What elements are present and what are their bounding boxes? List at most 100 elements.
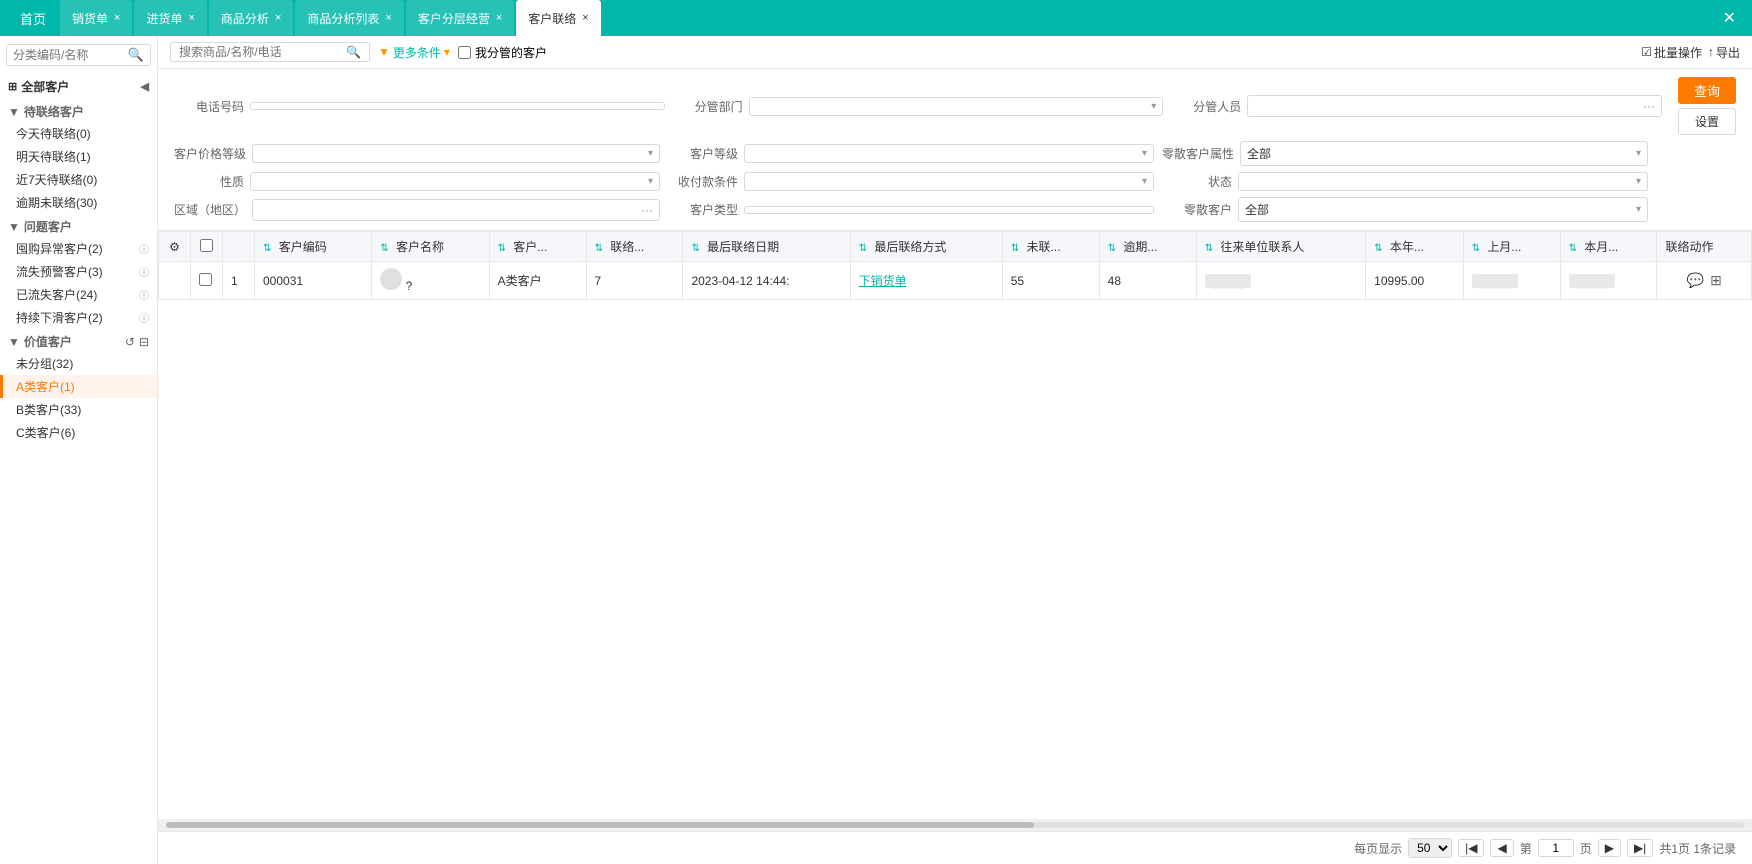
cell-last-contact-way[interactable]: 下销货单: [850, 262, 1002, 300]
refresh-icon[interactable]: ↺: [125, 335, 135, 349]
col-contact-count[interactable]: ⇅ 联络...: [586, 232, 683, 262]
col-last-month[interactable]: ⇅ 上月...: [1463, 232, 1560, 262]
cell-customer-type: A类客户: [489, 262, 586, 300]
sidebar-item-abnormal-purchase[interactable]: 囤购异常客户(2) ⓘ: [0, 237, 157, 260]
status-input[interactable]: ▾: [1238, 172, 1648, 191]
region-input[interactable]: ···: [252, 199, 660, 221]
close-icon[interactable]: ×: [582, 12, 588, 24]
cell-overdue: 48: [1099, 262, 1196, 300]
col-customer-type[interactable]: ⇅ 客户...: [489, 232, 586, 262]
col-gear[interactable]: ⚙: [159, 232, 191, 262]
customer-type-input[interactable]: [744, 206, 1154, 214]
next-page-button[interactable]: ▶: [1598, 839, 1621, 857]
close-icon[interactable]: ×: [188, 12, 194, 24]
col-last-contact-date[interactable]: ⇅ 最后联络日期: [683, 232, 850, 262]
tab-sales-order[interactable]: 销货单 ×: [60, 0, 132, 36]
sidebar-item-unclassified[interactable]: 未分组(32): [0, 352, 157, 375]
gear-icon[interactable]: ⚙: [169, 240, 180, 254]
value-group-label[interactable]: ▼ 价值客户: [8, 333, 72, 350]
tab-product-analysis[interactable]: 商品分析 ×: [209, 0, 293, 36]
page-label: 第: [1520, 840, 1532, 857]
scrollbar-track[interactable]: [166, 822, 1744, 828]
horizontal-scrollbar[interactable]: [158, 819, 1752, 831]
my-customers-checkbox[interactable]: 我分管的客户: [458, 44, 547, 61]
pagination-bar: 每页显示 50 |◀ ◀ 第 页 ▶ ▶| 共1页 1条记录: [158, 831, 1752, 864]
scrollbar-thumb[interactable]: [166, 822, 1034, 828]
level-input[interactable]: ▾: [744, 144, 1154, 163]
my-customers-check[interactable]: [458, 46, 471, 59]
person-input[interactable]: ···: [1247, 95, 1662, 117]
close-icon[interactable]: ×: [496, 12, 502, 24]
sidebar-search-box[interactable]: 🔍: [6, 44, 151, 66]
col-this-month[interactable]: ⇅ 本月...: [1560, 232, 1657, 262]
close-icon[interactable]: ×: [114, 12, 120, 24]
cell-check[interactable]: [191, 262, 223, 300]
sidebar-item-7days[interactable]: 近7天待联络(0): [0, 168, 157, 191]
sidebar-item-class-b[interactable]: B类客户(33): [0, 398, 157, 421]
tab-label: 客户联络: [528, 10, 576, 27]
pay-condition-input[interactable]: ▾: [744, 172, 1154, 191]
col-last-contact-way[interactable]: ⇅ 最后联络方式: [850, 232, 1002, 262]
sidebar-search-input[interactable]: [13, 48, 128, 62]
retail-customer-input[interactable]: 全部 ▾: [1238, 197, 1648, 222]
more-action-icon[interactable]: ⊞: [1710, 272, 1722, 289]
tab-product-analysis-list[interactable]: 商品分析列表 ×: [295, 0, 403, 36]
batch-op-button[interactable]: ☑ 批量操作: [1641, 44, 1702, 61]
query-button[interactable]: 查询: [1678, 77, 1736, 104]
phone-input[interactable]: [250, 102, 665, 110]
search-input[interactable]: [179, 45, 346, 59]
info-icon: ⓘ: [139, 310, 149, 325]
col-customer-name[interactable]: ⇅ 客户名称: [372, 232, 489, 262]
dept-input[interactable]: ▾: [749, 97, 1164, 116]
col-uncontacted[interactable]: ⇅ 未联...: [1002, 232, 1099, 262]
prev-page-button[interactable]: ◀: [1490, 839, 1513, 857]
sidebar-item-class-c[interactable]: C类客户(6): [0, 421, 157, 444]
tab-customer-segmentation[interactable]: 客户分层经营 ×: [406, 0, 514, 36]
window-close-icon[interactable]: ✕: [1715, 8, 1744, 28]
search-box[interactable]: 🔍: [170, 42, 370, 62]
chat-icon[interactable]: 💬: [1687, 272, 1704, 289]
select-all-checkbox[interactable]: [200, 239, 213, 252]
page-input[interactable]: [1538, 839, 1574, 857]
sidebar-item-tomorrow[interactable]: 明天待联络(1): [0, 145, 157, 168]
col-customer-code[interactable]: ⇅ 客户编码: [255, 232, 372, 262]
retail-attr-input[interactable]: 全部 ▾: [1240, 141, 1648, 166]
pending-contact-group[interactable]: ▼ 待联络客户: [0, 99, 157, 122]
problem-customers-group[interactable]: ▼ 问题客户: [0, 214, 157, 237]
home-tab[interactable]: 首页: [8, 0, 58, 36]
nature-label: 性质: [174, 173, 244, 190]
all-customers-header[interactable]: ⊞ 全部客户 ◀: [0, 74, 157, 99]
settings-button[interactable]: 设置: [1678, 108, 1736, 135]
col-contact-person[interactable]: ⇅ 往来单位联系人: [1196, 232, 1366, 262]
price-level-input[interactable]: ▾: [252, 144, 660, 163]
item-label: 今天待联络(0): [16, 125, 91, 142]
more-conditions-button[interactable]: ▼ 更多条件 ▾: [378, 44, 450, 61]
close-icon[interactable]: ×: [275, 12, 281, 24]
nature-input[interactable]: ▾: [250, 172, 660, 191]
grid-icon: ⊞: [8, 80, 17, 93]
sidebar-item-today[interactable]: 今天待联络(0): [0, 122, 157, 145]
sidebar-item-overdue[interactable]: 逾期未联络(30): [0, 191, 157, 214]
tab-customer-contact[interactable]: 客户联络 ×: [516, 0, 600, 36]
export-button[interactable]: ↑ 导出: [1708, 44, 1740, 61]
col-overdue[interactable]: ⇅ 逾期...: [1099, 232, 1196, 262]
per-page-select[interactable]: 50: [1408, 838, 1452, 858]
info-icon: ⓘ: [139, 264, 149, 279]
col-this-year[interactable]: ⇅ 本年...: [1366, 232, 1463, 262]
col-check[interactable]: [191, 232, 223, 262]
sidebar-item-class-a[interactable]: A类客户(1): [0, 375, 157, 398]
sidebar-item-churned[interactable]: 已流失客户(24) ⓘ: [0, 283, 157, 306]
table-wrapper[interactable]: ⚙ ⇅ 客户编码 ⇅ 客户名: [158, 231, 1752, 819]
sidebar-item-churn-warning[interactable]: 流失预警客户(3) ⓘ: [0, 260, 157, 283]
tab-purchase-order[interactable]: 进货单 ×: [134, 0, 206, 36]
last-page-button[interactable]: ▶|: [1627, 839, 1653, 857]
sidebar-item-declining[interactable]: 持续下滑客户(2) ⓘ: [0, 306, 157, 329]
first-page-button[interactable]: |◀: [1458, 839, 1484, 857]
filter-person: 分管人员 ···: [1171, 95, 1662, 117]
row-checkbox[interactable]: [199, 273, 212, 286]
close-icon[interactable]: ×: [385, 12, 391, 24]
hidden-value: ████: [1472, 274, 1518, 288]
more-icon: ···: [641, 203, 653, 217]
contact-way-link[interactable]: 下销货单: [859, 274, 907, 288]
settings-icon[interactable]: ⊟: [139, 335, 149, 349]
